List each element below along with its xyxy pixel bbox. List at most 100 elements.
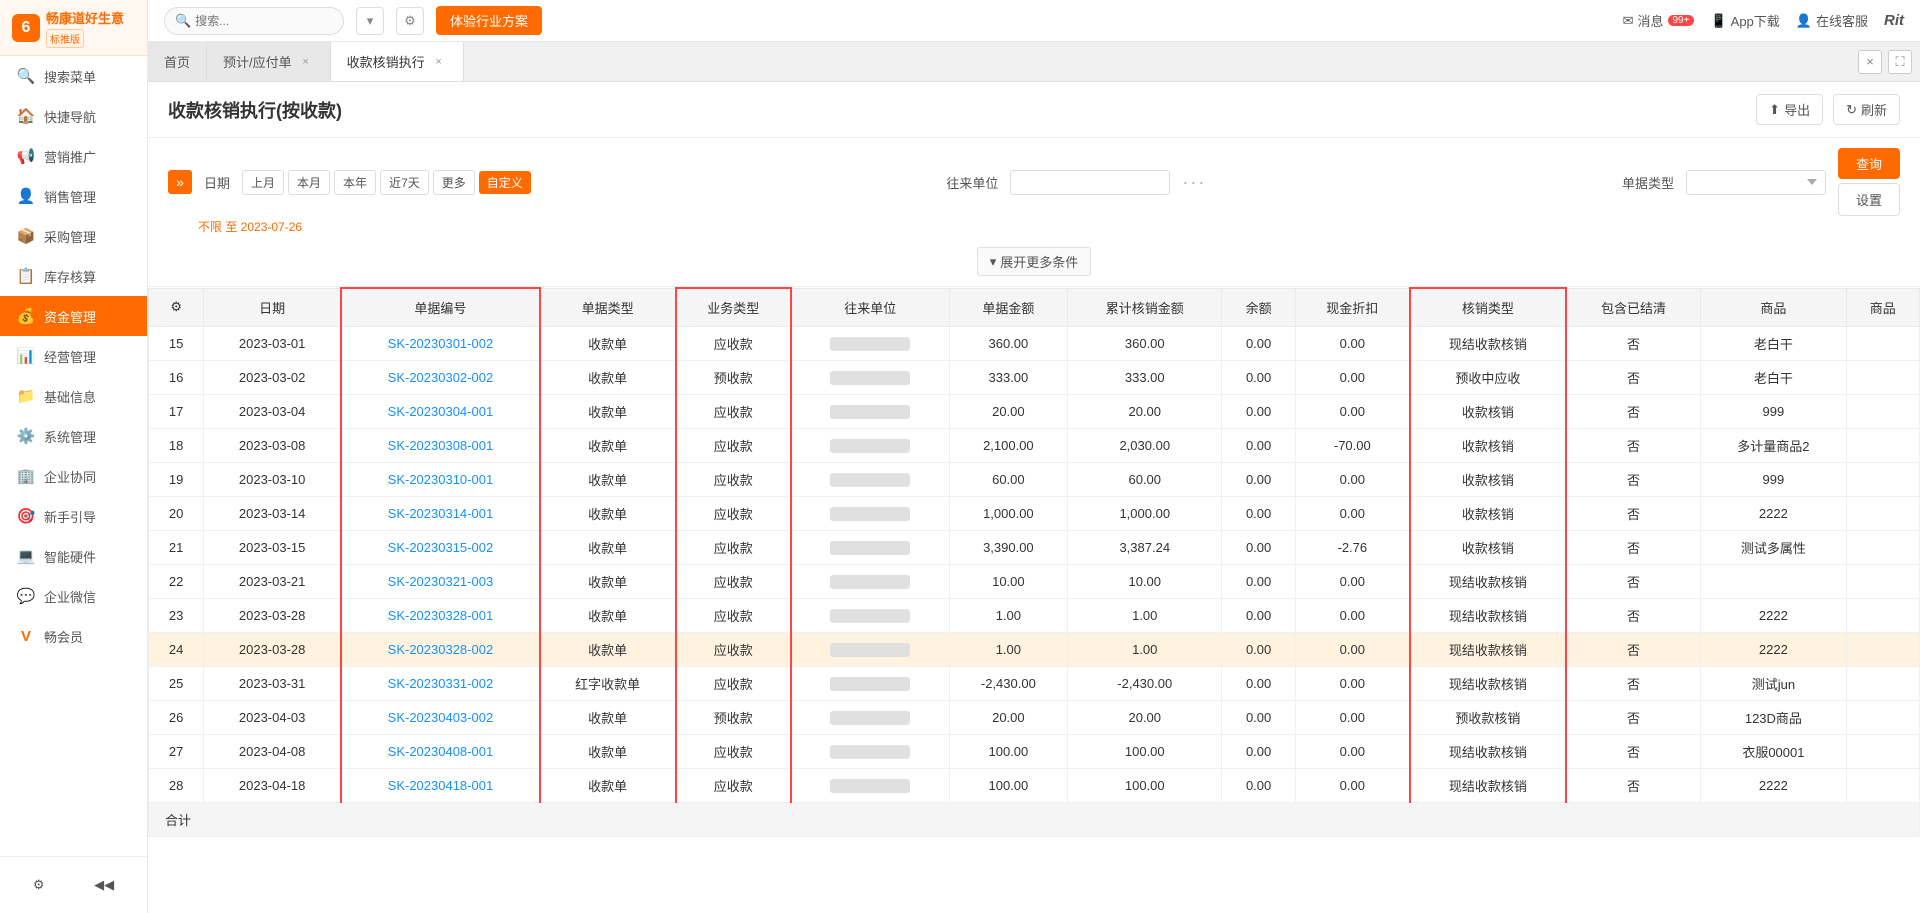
cell-product1: 多计量商品2 — [1701, 429, 1846, 463]
online-service-btn[interactable]: 👤 在线客服 — [1796, 11, 1868, 30]
cell-included: 否 — [1566, 361, 1701, 395]
sidebar-item-member[interactable]: V 畅会员 — [0, 616, 147, 656]
refresh-button[interactable]: ↻ 刷新 — [1833, 94, 1900, 125]
table-row[interactable]: 18 2023-03-08 SK-20230308-001 收款单 应收款 2,… — [149, 429, 1920, 463]
table-row[interactable]: 27 2023-04-08 SK-20230408-001 收款单 应收款 10… — [149, 735, 1920, 769]
th-product1[interactable]: 商品 — [1701, 288, 1846, 327]
th-order-no[interactable]: 单据编号 — [341, 288, 540, 327]
tab-close-all-btn[interactable]: × — [1858, 50, 1882, 74]
cell-order-no[interactable]: SK-20230308-001 — [341, 429, 540, 463]
cell-order-no[interactable]: SK-20230331-002 — [341, 667, 540, 701]
basic-icon: 📁 — [16, 386, 36, 406]
table-row[interactable]: 23 2023-03-28 SK-20230328-001 收款单 应收款 1.… — [149, 599, 1920, 633]
sidebar-item-operations[interactable]: 📊 经营管理 — [0, 336, 147, 376]
th-amount[interactable]: 单据金额 — [949, 288, 1067, 327]
app-download-btn[interactable]: 📱 App下载 — [1710, 11, 1779, 30]
th-cumulative[interactable]: 累计核销金额 — [1068, 288, 1222, 327]
cell-order-no[interactable]: SK-20230304-001 — [341, 395, 540, 429]
table-row[interactable]: 22 2023-03-21 SK-20230321-003 收款单 应收款 10… — [149, 565, 1920, 599]
table-row[interactable]: 17 2023-03-04 SK-20230304-001 收款单 应收款 20… — [149, 395, 1920, 429]
data-table-wrap[interactable]: ⚙ 日期 单据编号 单据类型 业务类型 往来单位 单据金额 累计核销金额 余额 … — [148, 287, 1920, 913]
cell-order-no[interactable]: SK-20230321-003 — [341, 565, 540, 599]
th-discount[interactable]: 现金折扣 — [1295, 288, 1410, 327]
th-product2[interactable]: 商品 — [1846, 288, 1919, 327]
th-receipt-type[interactable]: 单据类型 — [540, 288, 676, 327]
topbar-chevron-btn[interactable]: ▾ — [356, 7, 384, 35]
cell-receipt-type: 收款单 — [540, 531, 676, 565]
sidebar-item-marketing[interactable]: 📢 营销推广 — [0, 136, 147, 176]
solution-button[interactable]: 体验行业方案 — [436, 6, 542, 35]
sidebar-item-search[interactable]: 🔍 搜索菜单 — [0, 56, 147, 96]
th-cancel-type[interactable]: 核销类型 — [1410, 288, 1566, 327]
cell-order-no[interactable]: SK-20230328-002 — [341, 633, 540, 667]
cell-order-no[interactable]: SK-20230310-001 — [341, 463, 540, 497]
tab-collection-close[interactable]: × — [431, 54, 447, 70]
receipt-type-select[interactable] — [1686, 170, 1826, 195]
cell-amount: 3,390.00 — [949, 531, 1067, 565]
topbar-gear-btn[interactable]: ⚙ — [396, 7, 424, 35]
sidebar-item-purchase[interactable]: 📦 采购管理 — [0, 216, 147, 256]
sidebar-item-finance[interactable]: 💰 资金管理 — [0, 296, 147, 336]
th-included[interactable]: 包含已结清 — [1566, 288, 1701, 327]
cell-order-no[interactable]: SK-20230315-002 — [341, 531, 540, 565]
table-row[interactable]: 19 2023-03-10 SK-20230310-001 收款单 应收款 60… — [149, 463, 1920, 497]
sidebar-item-hardware[interactable]: 💻 智能硬件 — [0, 536, 147, 576]
table-row[interactable]: 16 2023-03-02 SK-20230302-002 收款单 预收款 33… — [149, 361, 1920, 395]
date-last-month-btn[interactable]: 上月 — [242, 170, 284, 195]
sidebar-item-guide[interactable]: 🎯 新手引导 — [0, 496, 147, 536]
sidebar-item-inventory[interactable]: 📋 库存核算 — [0, 256, 147, 296]
collapse-item[interactable]: ◀◀ — [84, 871, 124, 899]
cell-order-no[interactable]: SK-20230302-002 — [341, 361, 540, 395]
cell-order-no[interactable]: SK-20230328-001 — [341, 599, 540, 633]
table-row[interactable]: 21 2023-03-15 SK-20230315-002 收款单 应收款 3,… — [149, 531, 1920, 565]
cell-order-no[interactable]: SK-20230403-002 — [341, 701, 540, 735]
table-row[interactable]: 26 2023-04-03 SK-20230403-002 收款单 预收款 20… — [149, 701, 1920, 735]
cell-order-no[interactable]: SK-20230408-001 — [341, 735, 540, 769]
table-row[interactable]: 25 2023-03-31 SK-20230331-002 红字收款单 应收款 … — [149, 667, 1920, 701]
query-button[interactable]: 查询 — [1838, 148, 1900, 179]
settings-item[interactable]: ⚙ — [23, 871, 55, 899]
counterpart-input[interactable] — [1010, 170, 1170, 195]
user-name[interactable]: Rit — [1884, 12, 1904, 29]
th-settings[interactable]: ⚙ — [149, 288, 204, 327]
filter-expand-arrow[interactable]: » — [168, 170, 192, 194]
export-button[interactable]: ⬆ 导出 — [1756, 94, 1823, 125]
date-this-month-btn[interactable]: 本月 — [288, 170, 330, 195]
date-7days-btn[interactable]: 近7天 — [380, 170, 429, 195]
cell-order-no[interactable]: SK-20230301-002 — [341, 327, 540, 361]
date-range-display: 不限 至 2023-07-26 — [198, 218, 302, 235]
cell-order-no[interactable]: SK-20230314-001 — [341, 497, 540, 531]
cell-order-no[interactable]: SK-20230418-001 — [341, 769, 540, 803]
date-custom-btn[interactable]: 自定义 — [479, 171, 531, 194]
expand-more-btn[interactable]: ▾ 展开更多条件 — [977, 247, 1092, 276]
sidebar-item-enterprise[interactable]: 🏢 企业协同 — [0, 456, 147, 496]
tab-prepay[interactable]: 预计/应付单 × — [207, 42, 331, 81]
messages-btn[interactable]: ✉ 消息 99+ — [1623, 11, 1695, 30]
tab-prepay-close[interactable]: × — [298, 54, 314, 70]
sidebar-item-quicknav[interactable]: 🏠 快捷导航 — [0, 96, 147, 136]
tabbar-actions: × ⛶ — [1858, 42, 1920, 81]
table-row[interactable]: 28 2023-04-18 SK-20230418-001 收款单 应收款 10… — [149, 769, 1920, 803]
data-table: ⚙ 日期 单据编号 单据类型 业务类型 往来单位 单据金额 累计核销金额 余额 … — [148, 287, 1920, 837]
topbar-search-input[interactable] — [195, 14, 315, 28]
guide-icon: 🎯 — [16, 506, 36, 526]
filter-settings-button[interactable]: 设置 — [1838, 183, 1900, 216]
tab-maximize-btn[interactable]: ⛶ — [1888, 50, 1912, 74]
sidebar-item-sales[interactable]: 👤 销售管理 — [0, 176, 147, 216]
app-icon: 📱 — [1710, 13, 1726, 29]
sidebar-item-basic[interactable]: 📁 基础信息 — [0, 376, 147, 416]
table-row[interactable]: 15 2023-03-01 SK-20230301-002 收款单 应收款 36… — [149, 327, 1920, 361]
date-this-year-btn[interactable]: 本年 — [334, 170, 376, 195]
tab-collection[interactable]: 收款核销执行 × — [331, 42, 464, 81]
table-row[interactable]: 24 2023-03-28 SK-20230328-002 收款单 应收款 1.… — [149, 633, 1920, 667]
sidebar-item-system[interactable]: ⚙️ 系统管理 — [0, 416, 147, 456]
th-biz-type[interactable]: 业务类型 — [676, 288, 791, 327]
tab-home-label: 首页 — [164, 52, 190, 71]
th-date[interactable]: 日期 — [204, 288, 341, 327]
table-row[interactable]: 20 2023-03-14 SK-20230314-001 收款单 应收款 1,… — [149, 497, 1920, 531]
th-balance[interactable]: 余额 — [1222, 288, 1295, 327]
th-counterpart[interactable]: 往来单位 — [791, 288, 949, 327]
sidebar-item-wechat[interactable]: 💬 企业微信 — [0, 576, 147, 616]
tab-home[interactable]: 首页 — [148, 42, 207, 81]
date-more-btn[interactable]: 更多 — [433, 170, 475, 195]
